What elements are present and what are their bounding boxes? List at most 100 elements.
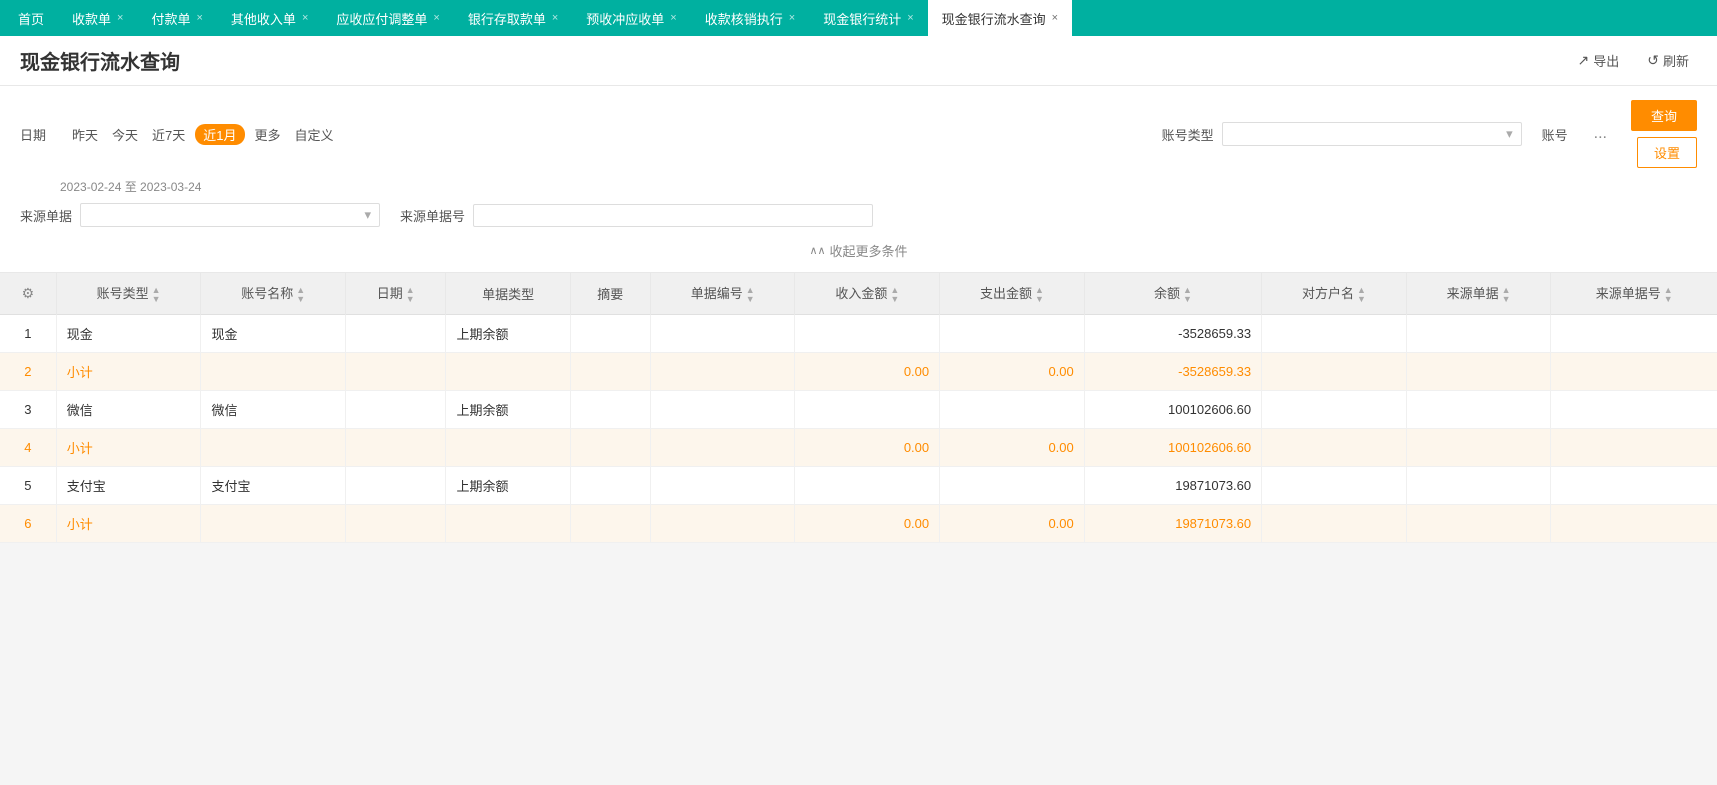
- cell-expense: [940, 466, 1085, 504]
- collapse-bar[interactable]: ∧∧ 收起更多条件: [20, 237, 1697, 262]
- cell-source_doc_no: [1551, 352, 1717, 390]
- date-label: 日期: [20, 125, 60, 144]
- nav-tab-预收冲应收单[interactable]: 预收冲应收单×: [572, 0, 690, 36]
- settings-gear-icon[interactable]: ⚙: [22, 285, 35, 301]
- cell-source_doc_no: [1551, 466, 1717, 504]
- cell-doc_type: [446, 504, 570, 542]
- sort-icon-counterparty: ▲▼: [1357, 286, 1366, 304]
- cell-source_doc_no: [1551, 390, 1717, 428]
- cell-balance: -3528659.33: [1084, 352, 1261, 390]
- cell-income: [795, 314, 940, 352]
- date-filter-group: 日期 昨天今天近7天近1月更多自定义: [20, 124, 338, 145]
- nav-tab-现金银行流水查询[interactable]: 现金银行流水查询 ×: [928, 0, 1072, 36]
- cell-doc_no: [650, 352, 795, 390]
- nav-tab-应收应付调整单[interactable]: 应收应付调整单×: [322, 0, 453, 36]
- nav-tab-label: 现金银行统计: [823, 9, 901, 28]
- cell-expense: 0.00: [940, 504, 1085, 542]
- nav-tab-close-icon[interactable]: ×: [1052, 12, 1058, 24]
- nav-tab-label: 现金银行流水查询: [942, 9, 1046, 28]
- table-row: 3微信微信上期余额100102606.60: [0, 390, 1717, 428]
- cell-date: [346, 390, 446, 428]
- settings-button[interactable]: 设置: [1637, 137, 1697, 168]
- cell-doc_no: [650, 390, 795, 428]
- col-header-source_doc[interactable]: 来源单据▲▼: [1406, 273, 1551, 314]
- cell-account_type: 支付宝: [56, 466, 201, 504]
- nav-tab-现金银行统计[interactable]: 现金银行统计 ×: [809, 0, 927, 36]
- account-ellipsis[interactable]: ...: [1590, 125, 1611, 143]
- nav-tab-close-icon[interactable]: ×: [670, 12, 676, 24]
- cell-account_type: 小计: [56, 352, 201, 390]
- table-row: 5支付宝支付宝上期余额19871073.60: [0, 466, 1717, 504]
- nav-tab-close-icon[interactable]: ×: [117, 12, 123, 24]
- header-actions: ↗ 导出 ↺ 刷新: [1570, 47, 1698, 74]
- account-type-select[interactable]: ▾: [1222, 122, 1522, 146]
- date-shortcut-更多[interactable]: 更多: [251, 124, 285, 145]
- cell-balance: 100102606.60: [1084, 428, 1261, 466]
- query-button[interactable]: 查询: [1631, 100, 1697, 131]
- cell-account_name: [201, 504, 346, 542]
- source-doc-no-input[interactable]: [473, 204, 873, 227]
- export-button[interactable]: ↗ 导出: [1570, 47, 1628, 74]
- nav-tab-收款单[interactable]: 收款单×: [58, 0, 137, 36]
- cell-source_doc_no: [1551, 428, 1717, 466]
- cell-summary: [570, 314, 650, 352]
- col-header-date[interactable]: 日期▲▼: [346, 273, 446, 314]
- date-shortcut-昨天[interactable]: 昨天: [68, 124, 102, 145]
- collapse-icon: ∧∧: [809, 244, 825, 257]
- nav-tab-收款核销执行[interactable]: 收款核销执行 ×: [691, 0, 809, 36]
- filter-area: 日期 昨天今天近7天近1月更多自定义 账号类型 ▾ 账号 ... 查询 设置 2…: [0, 86, 1717, 273]
- cell-doc_no: [650, 504, 795, 542]
- data-table: ⚙账号类型▲▼账号名称▲▼日期▲▼单据类型摘要单据编号▲▼收入金额▲▼支出金额▲…: [0, 273, 1717, 543]
- cell-seq: 3: [0, 390, 56, 428]
- cell-date: [346, 504, 446, 542]
- col-header-account_type[interactable]: 账号类型▲▼: [56, 273, 201, 314]
- cell-account_name: [201, 428, 346, 466]
- table-body: 1现金现金上期余额-3528659.332小计0.000.00-3528659.…: [0, 314, 1717, 542]
- nav-tab-close-icon[interactable]: ×: [196, 12, 202, 24]
- date-shortcut-近7天[interactable]: 近7天: [148, 124, 189, 145]
- sort-icon-source_doc: ▲▼: [1502, 286, 1511, 304]
- nav-tab-label: 收款核销执行: [705, 9, 783, 28]
- cell-doc_type: 上期余额: [446, 466, 570, 504]
- cell-doc_type: 上期余额: [446, 314, 570, 352]
- account-label: 账号: [1542, 125, 1582, 144]
- nav-tab-银行存取款单[interactable]: 银行存取款单×: [454, 0, 572, 36]
- nav-tab-close-icon[interactable]: ×: [552, 12, 558, 24]
- cell-doc_type: 上期余额: [446, 390, 570, 428]
- nav-tab-其他收入单[interactable]: 其他收入单×: [217, 0, 322, 36]
- page-title: 现金银行流水查询: [20, 46, 180, 75]
- sort-icon-expense: ▲▼: [1035, 286, 1044, 304]
- col-header-source_doc_no[interactable]: 来源单据号▲▼: [1551, 273, 1717, 314]
- sort-icon-balance: ▲▼: [1183, 286, 1192, 304]
- nav-tab-close-icon[interactable]: ×: [907, 12, 913, 24]
- date-shortcut-今天[interactable]: 今天: [108, 124, 142, 145]
- col-header-account_name[interactable]: 账号名称▲▼: [201, 273, 346, 314]
- cell-expense: 0.00: [940, 352, 1085, 390]
- col-header-doc_type: 单据类型: [446, 273, 570, 314]
- refresh-button[interactable]: ↺ 刷新: [1639, 47, 1697, 74]
- col-header-balance[interactable]: 余额▲▼: [1084, 273, 1261, 314]
- cell-balance: -3528659.33: [1084, 314, 1261, 352]
- cell-date: [346, 352, 446, 390]
- nav-tab-close-icon[interactable]: ×: [789, 12, 795, 24]
- cell-date: [346, 466, 446, 504]
- col-header-income[interactable]: 收入金额▲▼: [795, 273, 940, 314]
- col-header-expense[interactable]: 支出金额▲▼: [940, 273, 1085, 314]
- cell-counterparty: [1262, 390, 1407, 428]
- date-shortcut-自定义[interactable]: 自定义: [291, 124, 338, 145]
- sort-icon-doc_no: ▲▼: [746, 286, 755, 304]
- source-doc-no-label: 来源单据号: [400, 206, 465, 225]
- cell-account_type: 小计: [56, 428, 201, 466]
- col-header-counterparty[interactable]: 对方户名▲▼: [1262, 273, 1407, 314]
- cell-source_doc: [1406, 504, 1551, 542]
- nav-tab-close-icon[interactable]: ×: [433, 12, 439, 24]
- cell-seq: 6: [0, 504, 56, 542]
- nav-tab-付款单[interactable]: 付款单×: [137, 0, 216, 36]
- date-shortcut-近1月[interactable]: 近1月: [195, 124, 244, 145]
- cell-doc_no: [650, 466, 795, 504]
- source-doc-select[interactable]: ▾: [80, 203, 380, 227]
- col-header-doc_no[interactable]: 单据编号▲▼: [650, 273, 795, 314]
- account-type-chevron-icon: ▾: [1506, 126, 1513, 142]
- nav-home[interactable]: 首页: [4, 9, 58, 28]
- nav-tab-close-icon[interactable]: ×: [302, 12, 308, 24]
